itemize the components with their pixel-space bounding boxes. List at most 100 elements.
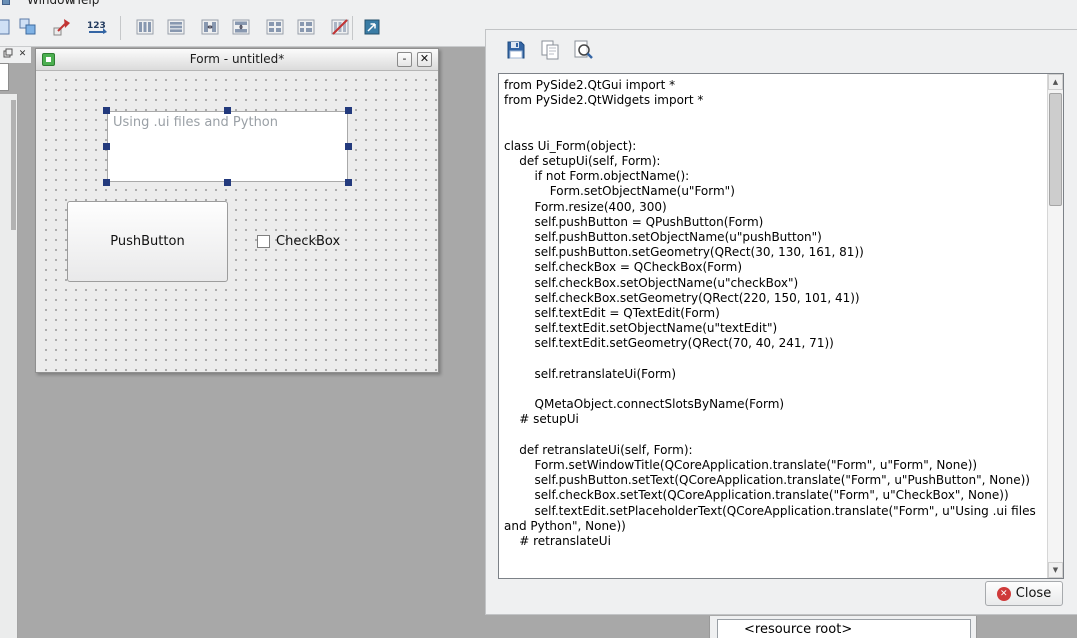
menu-help[interactable]: Help bbox=[72, 0, 99, 7]
left-panel-edge bbox=[0, 94, 18, 638]
app-icon bbox=[2, 0, 10, 5]
form-minimize-button[interactable]: - bbox=[397, 52, 412, 67]
code-copy-button[interactable] bbox=[537, 37, 563, 63]
code-find-button[interactable] bbox=[570, 37, 596, 63]
code-line: and Python", None)) bbox=[504, 519, 1045, 534]
break-layout-icon bbox=[330, 17, 350, 37]
code-line: def retranslateUi(self, Form): bbox=[504, 443, 1045, 458]
menu-bar: Window Help bbox=[0, 0, 1077, 9]
toolbar-button-edit-widgets[interactable] bbox=[14, 13, 42, 41]
code-line: if not Form.objectName(): bbox=[504, 169, 1045, 184]
checkbox-indicator bbox=[257, 235, 270, 248]
scrollbar-handle[interactable] bbox=[1049, 93, 1062, 206]
code-line: self.checkBox = QCheckBox(Form) bbox=[504, 260, 1045, 275]
resize-handle-top-left[interactable] bbox=[103, 107, 110, 114]
toolbar-button-edit-tab-order[interactable]: 123 bbox=[83, 13, 111, 41]
code-line: def setupUi(self, Form): bbox=[504, 154, 1045, 169]
form-canvas[interactable]: Using .ui files and Python PushButton Ch… bbox=[37, 71, 437, 371]
resource-browser: <resource root> bbox=[709, 616, 977, 638]
toolbar-button-layout-splitter-horizontal[interactable] bbox=[196, 13, 224, 41]
checkbox-widget[interactable]: CheckBox bbox=[257, 221, 358, 262]
code-line: from PySide2.QtGui import * bbox=[504, 78, 1045, 93]
lay-out-vertically-in-splitter-icon bbox=[231, 17, 251, 37]
resource-root-item[interactable]: <resource root> bbox=[717, 619, 971, 638]
lay-out-in-a-grid-icon bbox=[265, 17, 285, 37]
toolbar-button-layout-splitter-vertical[interactable] bbox=[227, 13, 255, 41]
code-line: Form.resize(400, 300) bbox=[504, 200, 1045, 215]
scroll-up-icon[interactable]: ▲ bbox=[1048, 74, 1063, 90]
form-window-title: Form - untitled* bbox=[36, 52, 438, 66]
toolbar-separator bbox=[120, 16, 121, 40]
pushbutton-label: PushButton bbox=[110, 234, 184, 249]
code-line: from PySide2.QtWidgets import * bbox=[504, 93, 1045, 108]
lay-out-in-a-form-layout-icon bbox=[296, 17, 316, 37]
resize-handle-bottom-left[interactable] bbox=[103, 179, 110, 186]
code-line bbox=[504, 124, 1045, 139]
toolbar-button-layout-vertical[interactable] bbox=[162, 13, 190, 41]
resize-handle-right[interactable] bbox=[345, 143, 352, 150]
find-icon bbox=[572, 39, 594, 61]
code-line: self.textEdit.setGeometry(QRect(70, 40, … bbox=[504, 336, 1045, 351]
left-scrollbar-handle[interactable] bbox=[11, 100, 16, 230]
form-close-button[interactable]: ✕ bbox=[417, 52, 432, 67]
code-line bbox=[504, 108, 1045, 123]
dock-close-icon[interactable]: ✕ bbox=[16, 48, 29, 61]
code-line: self.checkBox.setGeometry(QRect(220, 150… bbox=[504, 291, 1045, 306]
resize-handle-left[interactable] bbox=[103, 143, 110, 150]
code-save-button[interactable] bbox=[503, 37, 529, 63]
qt-designer-window: Window Help 123 bbox=[0, 0, 1077, 638]
form-window-titlebar[interactable]: Form - untitled* - ✕ bbox=[36, 49, 438, 71]
save-icon bbox=[505, 39, 527, 61]
dock-float-icon[interactable] bbox=[1, 48, 14, 61]
code-box: from PySide2.QtGui import *from PySide2.… bbox=[498, 73, 1064, 579]
code-line: self.checkBox.setText(QCoreApplication.t… bbox=[504, 488, 1045, 503]
toolbar-button-layout-grid[interactable] bbox=[261, 13, 289, 41]
code-vertical-scrollbar[interactable]: ▲ ▼ bbox=[1047, 74, 1063, 578]
code-line: self.retranslateUi(Form) bbox=[504, 367, 1045, 382]
resize-handle-top-right[interactable] bbox=[345, 107, 352, 114]
code-line: # setupUi bbox=[504, 412, 1045, 427]
toolbar-separator bbox=[352, 16, 353, 40]
toolbar-button-adjust-size[interactable] bbox=[358, 13, 386, 41]
code-line: self.textEdit = QTextEdit(Form) bbox=[504, 306, 1045, 321]
code-view[interactable]: from PySide2.QtGui import *from PySide2.… bbox=[499, 74, 1047, 578]
code-line: self.checkBox.setObjectName(u"checkBox") bbox=[504, 276, 1045, 291]
svg-text:123: 123 bbox=[87, 21, 106, 31]
edit-tab-order-icon: 123 bbox=[86, 17, 108, 37]
toolbar-button-layout-horizontal[interactable] bbox=[131, 13, 159, 41]
resize-handle-top[interactable] bbox=[224, 107, 231, 114]
textedit-widget[interactable]: Using .ui files and Python bbox=[107, 111, 348, 182]
code-line: self.pushButton.setText(QCoreApplication… bbox=[504, 473, 1045, 488]
form-window[interactable]: Form - untitled* - ✕ Using .ui files and… bbox=[35, 48, 439, 373]
edit-widgets-icon bbox=[18, 17, 38, 37]
resize-handle-bottom-right[interactable] bbox=[345, 179, 352, 186]
scroll-down-icon[interactable]: ▼ bbox=[1048, 562, 1063, 578]
pushbutton-widget[interactable]: PushButton bbox=[67, 201, 228, 282]
code-line bbox=[504, 382, 1045, 397]
adjust-size-icon bbox=[362, 17, 382, 37]
partial-toolbar-icon bbox=[0, 17, 12, 37]
code-line: class Ui_Form(object): bbox=[504, 139, 1045, 154]
close-button[interactable]: ✕ Close bbox=[985, 581, 1063, 606]
lay-out-horizontally-icon bbox=[135, 17, 155, 37]
toolbar-button-edit-signals-slots[interactable] bbox=[48, 13, 76, 41]
textedit-placeholder: Using .ui files and Python bbox=[108, 112, 347, 133]
resize-handle-bottom[interactable] bbox=[224, 179, 231, 186]
menu-window[interactable]: Window bbox=[27, 0, 74, 7]
dock-titlebar: ✕ bbox=[0, 47, 31, 63]
edit-signals-slots-icon bbox=[52, 17, 72, 37]
close-button-label: Close bbox=[1016, 586, 1051, 601]
widgetbox-filter-input[interactable] bbox=[0, 63, 9, 91]
copy-icon bbox=[539, 39, 561, 61]
toolbar-button-layout-form[interactable] bbox=[292, 13, 320, 41]
code-line: # retranslateUi bbox=[504, 534, 1045, 549]
code-line: QMetaObject.connectSlotsByName(Form) bbox=[504, 397, 1045, 412]
close-icon: ✕ bbox=[997, 587, 1011, 601]
code-line: self.pushButton.setGeometry(QRect(30, 13… bbox=[504, 245, 1045, 260]
code-line: self.textEdit.setPlaceholderText(QCoreAp… bbox=[504, 504, 1045, 519]
toolbar-button-break-layout[interactable] bbox=[326, 13, 354, 41]
lay-out-vertically-icon bbox=[166, 17, 186, 37]
code-line bbox=[504, 428, 1045, 443]
code-line: Form.setObjectName(u"Form") bbox=[504, 184, 1045, 199]
code-line: self.pushButton.setObjectName(u"pushButt… bbox=[504, 230, 1045, 245]
